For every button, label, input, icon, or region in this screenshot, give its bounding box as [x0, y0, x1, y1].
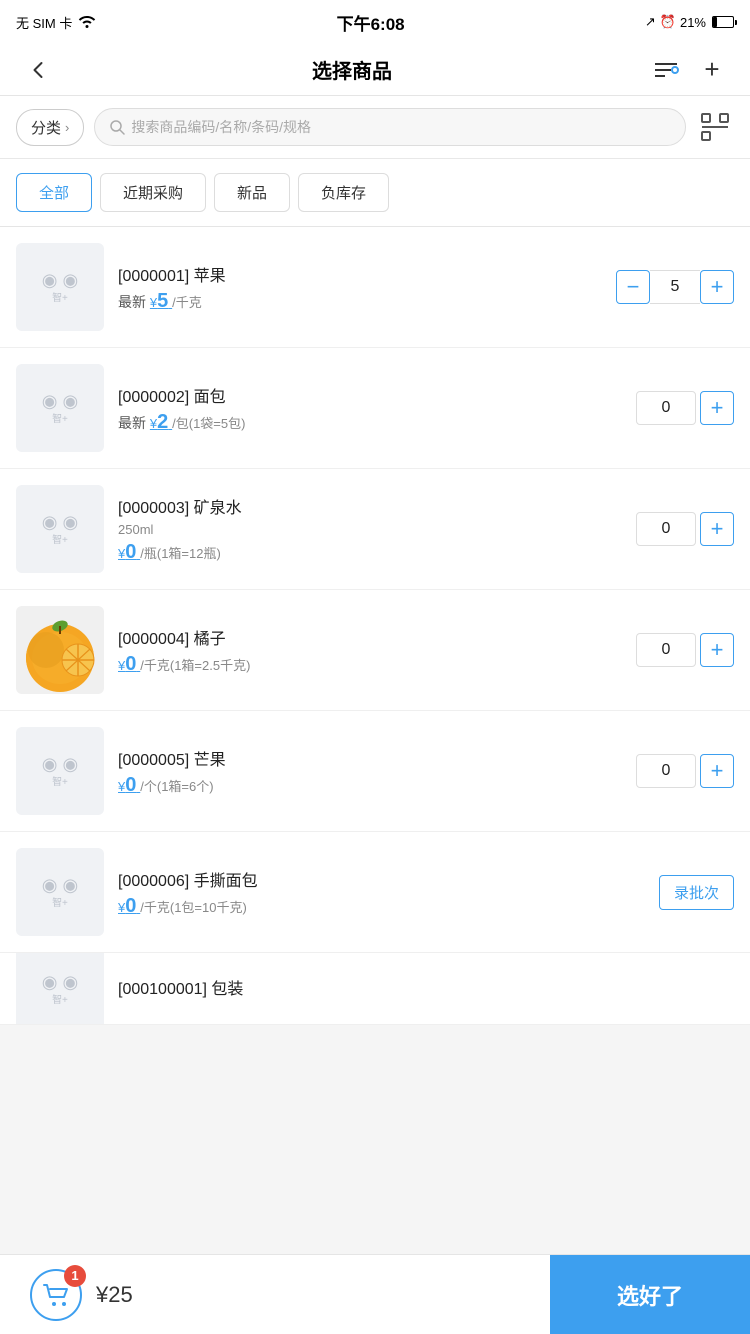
- tab-all[interactable]: 全部: [16, 173, 92, 212]
- product-thumbnail: ◉ ◉ 智+: [16, 727, 104, 815]
- search-bar[interactable]: 搜索商品编码/名称/条码/规格: [94, 108, 686, 146]
- quantity-input[interactable]: [636, 391, 696, 425]
- product-info: [000100001] 包装: [118, 975, 734, 1003]
- search-placeholder: 搜索商品编码/名称/条码/规格: [131, 117, 311, 137]
- product-thumbnail: ◉ ◉ 智+: [16, 243, 104, 331]
- list-item: ◉ ◉ 智+ [0000001] 苹果 最新 ¥5 /千克 − +: [0, 227, 750, 348]
- list-item: ◉ ◉ 智+ [0000006] 手撕面包 ¥0 /千克(1包=10千克) 录批…: [0, 832, 750, 953]
- quantity-input[interactable]: [636, 633, 696, 667]
- scan-button[interactable]: [696, 108, 734, 146]
- increase-button[interactable]: +: [700, 512, 734, 546]
- page-title: 选择商品: [56, 55, 648, 84]
- category-label: 分类: [31, 117, 61, 138]
- product-info: [0000004] 橘子 ¥0 /千克(1箱=2.5千克): [118, 625, 622, 676]
- list-item: ◉ ◉ 智+ [0000005] 芒果 ¥0 /个(1箱=6个) +: [0, 711, 750, 832]
- bottom-bar: 1 ¥25 选好了: [0, 1254, 750, 1334]
- increase-button[interactable]: +: [700, 633, 734, 667]
- product-price: ¥0 /瓶(1箱=12瓶): [118, 541, 622, 564]
- product-name: [0000004] 橘子: [118, 625, 622, 649]
- category-button[interactable]: 分类 ›: [16, 109, 84, 146]
- product-name: [0000002] 面包: [118, 383, 622, 407]
- product-price: ¥0 /千克(1箱=2.5千克): [118, 653, 622, 676]
- product-thumbnail: ◉ ◉ 智+: [16, 848, 104, 936]
- list-item: ◉ ◉ 智+ [000100001] 包装: [0, 953, 750, 1025]
- cart-total: ¥25: [96, 1282, 133, 1308]
- product-thumbnail: ◉ ◉ 智+: [16, 953, 104, 1025]
- batch-button[interactable]: 录批次: [659, 875, 734, 910]
- status-bar: 无 SIM 卡 下午6:08 ↗ ⏰ 21%: [0, 0, 750, 44]
- alarm-icon: ⏰: [660, 14, 676, 30]
- tab-negative-stock[interactable]: 负库存: [298, 173, 389, 212]
- product-info: [0000002] 面包 最新 ¥2 /包(1袋=5包): [118, 383, 622, 434]
- product-price: 最新 ¥2 /包(1袋=5包): [118, 411, 622, 434]
- status-left: 无 SIM 卡: [16, 13, 96, 32]
- status-right: ↗ ⏰ 21%: [645, 14, 734, 30]
- decrease-button[interactable]: −: [616, 270, 650, 304]
- batch-control: 录批次: [659, 875, 734, 910]
- increase-button[interactable]: +: [700, 754, 734, 788]
- product-price: 最新 ¥5 /千克: [118, 290, 602, 313]
- quantity-input[interactable]: [650, 270, 700, 304]
- cart-button[interactable]: 1: [30, 1269, 82, 1321]
- scan-icon: [700, 112, 730, 142]
- tab-new[interactable]: 新品: [214, 173, 290, 212]
- quantity-control: − +: [616, 270, 734, 304]
- cart-icon: [42, 1283, 70, 1307]
- product-name: [0000001] 苹果: [118, 262, 602, 286]
- quantity-control: +: [636, 512, 734, 546]
- list-item: ◉ ◉ 智+ [0000003] 矿泉水 250ml ¥0 /瓶(1箱=12瓶)…: [0, 469, 750, 590]
- product-name: [0000003] 矿泉水: [118, 494, 622, 518]
- confirm-button[interactable]: 选好了: [550, 1255, 750, 1334]
- battery-percent: 21%: [680, 15, 706, 30]
- location-icon: ↗: [645, 14, 656, 30]
- search-icon: [109, 119, 125, 135]
- product-spec: 250ml: [118, 522, 622, 537]
- cart-area: 1 ¥25: [30, 1269, 133, 1321]
- tab-recent[interactable]: 近期采购: [100, 173, 206, 212]
- product-thumbnail: ◉ ◉ 智+: [16, 364, 104, 452]
- product-price: ¥0 /个(1箱=6个): [118, 774, 622, 797]
- product-name: [0000005] 芒果: [118, 746, 622, 770]
- list-item: [0000004] 橘子 ¥0 /千克(1箱=2.5千克) +: [0, 590, 750, 711]
- product-thumbnail: [16, 606, 104, 694]
- product-thumbnail: ◉ ◉ 智+: [16, 485, 104, 573]
- category-arrow-icon: ›: [65, 120, 69, 135]
- wifi-icon: [78, 14, 96, 31]
- battery-icon: [712, 16, 734, 28]
- increase-button[interactable]: +: [700, 391, 734, 425]
- list-item: ◉ ◉ 智+ [0000002] 面包 最新 ¥2 /包(1袋=5包) +: [0, 348, 750, 469]
- add-button[interactable]: +: [694, 52, 730, 88]
- quantity-input[interactable]: [636, 754, 696, 788]
- product-info: [0000003] 矿泉水 250ml ¥0 /瓶(1箱=12瓶): [118, 494, 622, 564]
- quantity-input[interactable]: [636, 512, 696, 546]
- product-info: [0000005] 芒果 ¥0 /个(1箱=6个): [118, 746, 622, 797]
- product-price: ¥0 /千克(1包=10千克): [118, 895, 645, 918]
- cart-badge: 1: [64, 1265, 86, 1287]
- product-info: [0000006] 手撕面包 ¥0 /千克(1包=10千克): [118, 867, 645, 918]
- product-info: [0000001] 苹果 最新 ¥5 /千克: [118, 262, 602, 313]
- carrier-text: 无 SIM 卡: [16, 13, 72, 32]
- increase-button[interactable]: +: [700, 270, 734, 304]
- page-header: 选择商品 +: [0, 44, 750, 96]
- status-time: 下午6:08: [337, 10, 405, 35]
- filter-tabs: 全部 近期采购 新品 负库存: [0, 159, 750, 227]
- product-name: [000100001] 包装: [118, 975, 734, 999]
- back-button[interactable]: [20, 52, 56, 88]
- quantity-control: +: [636, 391, 734, 425]
- filter-button[interactable]: [648, 52, 684, 88]
- toolbar: 分类 › 搜索商品编码/名称/条码/规格: [0, 96, 750, 159]
- product-list: ◉ ◉ 智+ [0000001] 苹果 最新 ¥5 /千克 − +: [0, 227, 750, 1025]
- quantity-control: +: [636, 754, 734, 788]
- quantity-control: +: [636, 633, 734, 667]
- product-name: [0000006] 手撕面包: [118, 867, 645, 891]
